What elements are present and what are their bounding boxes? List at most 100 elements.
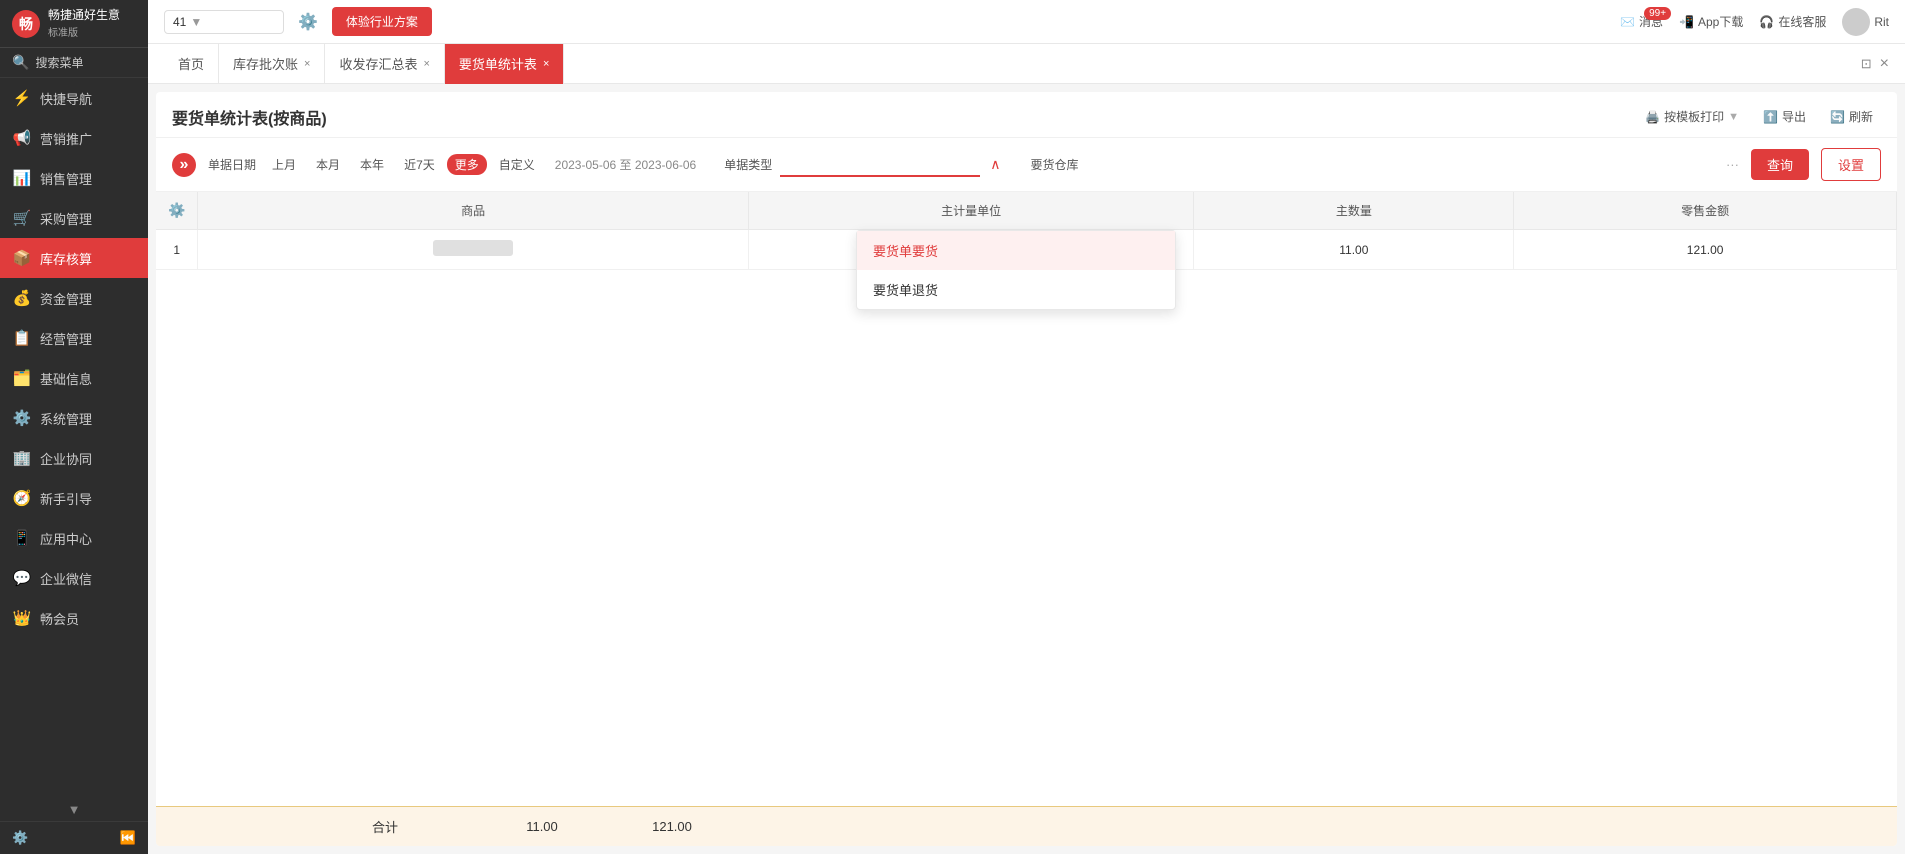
- date-7days-btn[interactable]: 近7天: [396, 153, 443, 176]
- footer-quantity: 11.00: [492, 819, 592, 834]
- col-product: 商品: [198, 192, 748, 230]
- sidebar-item-label: 企业微信: [40, 569, 92, 588]
- trial-button[interactable]: 体验行业方案: [332, 7, 432, 36]
- sidebar-item-basic[interactable]: 🗂️ 基础信息: [0, 358, 148, 398]
- date-more-btn[interactable]: 更多: [447, 154, 487, 175]
- sidebar-item-guide[interactable]: 🧭 新手引导: [0, 478, 148, 518]
- refresh-btn[interactable]: 🔄 刷新: [1822, 104, 1881, 129]
- sidebar-item-label: 应用中心: [40, 529, 92, 548]
- row-no: 1: [156, 230, 198, 270]
- footer-amount: 121.00: [622, 819, 722, 834]
- topbar-settings-icon[interactable]: ⚙️: [294, 8, 322, 36]
- date-this-month-btn[interactable]: 本月: [308, 153, 348, 176]
- search-label: 搜索菜单: [35, 54, 83, 71]
- sidebar: 畅 畅捷通好生意 标准版 🔍 搜索菜单 ⚡ 快捷导航 📢 营销推广 📊 销售管理…: [0, 0, 148, 854]
- page-content: 要货单统计表(按商品) 🖨️ 按模板打印 ▼ ⬆️ 导出 🔄 刷新: [156, 92, 1897, 846]
- app-download-btn[interactable]: 📲 App下载: [1679, 13, 1743, 30]
- sidebar-item-purchase[interactable]: 🛒 采购管理: [0, 198, 148, 238]
- table-settings-icon[interactable]: ⚙️: [168, 202, 185, 218]
- sidebar-item-app-center[interactable]: 📱 应用中心: [0, 518, 148, 558]
- export-btn[interactable]: ⬆️ 导出: [1755, 104, 1814, 129]
- tab-receivable[interactable]: 收发存汇总表 ×: [325, 44, 444, 84]
- date-filter-label: 单据日期: [208, 156, 256, 173]
- print-icon: 🖨️: [1645, 110, 1660, 124]
- tab-expand-icon[interactable]: ⊡: [1861, 56, 1872, 72]
- col-quantity: 主数量: [1194, 192, 1514, 230]
- date-filter-section: 单据日期 上月 本月 本年 近7天 更多 自定义 2023-05-06 至 20…: [208, 153, 696, 176]
- expand-icon: »: [180, 156, 189, 174]
- warehouse-filter-dots[interactable]: ···: [1726, 157, 1739, 172]
- row-quantity: 11.00: [1194, 230, 1514, 270]
- sidebar-item-label: 采购管理: [40, 209, 92, 228]
- download-icon: 📲: [1679, 15, 1694, 29]
- sidebar-item-label: 系统管理: [40, 409, 92, 428]
- user-avatar[interactable]: Rit: [1842, 8, 1889, 36]
- logo-name: 畅捷通好生意: [48, 8, 120, 24]
- guide-icon: 🧭: [12, 488, 32, 508]
- collapse-icon[interactable]: ⏮️: [120, 830, 136, 846]
- enterprise-icon: 🏢: [12, 448, 32, 468]
- message-badge: 99+: [1644, 7, 1671, 20]
- avatar-text: Rit: [1874, 15, 1889, 29]
- tab-request[interactable]: 要货单统计表 ×: [445, 44, 564, 84]
- expand-filter-btn[interactable]: »: [172, 153, 196, 177]
- sidebar-item-finance[interactable]: 💰 资金管理: [0, 278, 148, 318]
- finance-icon: 💰: [12, 288, 32, 308]
- sidebar-item-marketing[interactable]: 📢 营销推广: [0, 118, 148, 158]
- query-button[interactable]: 查询: [1751, 149, 1809, 180]
- sidebar-item-member[interactable]: 👑 畅会员: [0, 598, 148, 638]
- dropdown-item-request-order[interactable]: 要货单要货: [857, 231, 1175, 270]
- tab-batch-label: 库存批次账: [233, 54, 298, 73]
- tab-home[interactable]: 首页: [164, 44, 219, 84]
- sidebar-item-operations[interactable]: 📋 经营管理: [0, 318, 148, 358]
- avatar: [1842, 8, 1870, 36]
- store-selector[interactable]: 41 ▼: [164, 10, 284, 34]
- quick-nav-icon: ⚡: [12, 88, 32, 108]
- sales-icon: 📊: [12, 168, 32, 188]
- set-button[interactable]: 设置: [1821, 148, 1881, 181]
- tab-batch[interactable]: 库存批次账 ×: [219, 44, 325, 84]
- sidebar-item-sales[interactable]: 📊 销售管理: [0, 158, 148, 198]
- date-prev-month-btn[interactable]: 上月: [264, 153, 304, 176]
- sidebar-item-label: 营销推广: [40, 129, 92, 148]
- col-settings[interactable]: ⚙️: [156, 192, 198, 230]
- sidebar-item-inventory[interactable]: 📦 库存核算: [0, 238, 148, 278]
- sidebar-item-enterprise[interactable]: 🏢 企业协同: [0, 438, 148, 478]
- sidebar-item-label: 资金管理: [40, 289, 92, 308]
- sidebar-footer: ⚙️ ⏮️: [0, 821, 148, 854]
- topbar: 41 ▼ ⚙️ 体验行业方案 ✉️ 消息 99+ 📲 App下载 🎧 在线客服: [148, 0, 1905, 44]
- dropdown-item-label: 要货单退货: [873, 283, 938, 298]
- tab-close-all-icon[interactable]: ×: [1880, 55, 1889, 73]
- tab-receivable-close[interactable]: ×: [423, 58, 429, 70]
- type-filter-clear-icon[interactable]: ∧: [988, 154, 1002, 175]
- sidebar-item-system[interactable]: ⚙️ 系统管理: [0, 398, 148, 438]
- store-name: 41: [173, 15, 186, 29]
- sidebar-scroll-down[interactable]: ▼: [0, 798, 148, 821]
- settings-icon[interactable]: ⚙️: [12, 830, 28, 846]
- sidebar-item-label: 销售管理: [40, 169, 92, 188]
- type-dropdown: 要货单要货 要货单退货: [856, 230, 1176, 310]
- filter-bar: » 单据日期 上月 本月 本年 近7天 更多 自定义 2023-05-06 至 …: [156, 138, 1897, 192]
- date-custom-btn[interactable]: 自定义: [491, 153, 543, 176]
- date-this-year-btn[interactable]: 本年: [352, 153, 392, 176]
- purchase-icon: 🛒: [12, 208, 32, 228]
- print-btn[interactable]: 🖨️ 按模板打印 ▼: [1637, 104, 1747, 129]
- sidebar-item-quick-nav[interactable]: ⚡ 快捷导航: [0, 78, 148, 118]
- date-options: 上月 本月 本年 近7天 更多 自定义: [264, 153, 543, 176]
- print-label: 按模板打印: [1664, 108, 1724, 125]
- dropdown-item-request-return[interactable]: 要货单退货: [857, 270, 1175, 309]
- tabbar: 首页 库存批次账 × 收发存汇总表 × 要货单统计表 × ⊡ ×: [148, 44, 1905, 84]
- sidebar-search[interactable]: 🔍 搜索菜单: [0, 48, 148, 78]
- online-service-btn[interactable]: 🎧 在线客服: [1759, 13, 1826, 30]
- messages-btn[interactable]: ✉️ 消息 99+: [1620, 13, 1663, 30]
- tab-home-label: 首页: [178, 54, 204, 73]
- chevron-down-icon: ▼: [190, 15, 202, 29]
- tab-batch-close[interactable]: ×: [304, 58, 310, 70]
- row-product: [198, 230, 748, 270]
- type-filter-input[interactable]: [780, 153, 980, 177]
- page-title: 要货单统计表(按商品): [172, 105, 327, 129]
- refresh-label: 刷新: [1849, 108, 1873, 125]
- sidebar-item-wechat[interactable]: 💬 企业微信: [0, 558, 148, 598]
- warehouse-filter-label: 要货仓库: [1030, 156, 1078, 173]
- tab-request-close[interactable]: ×: [543, 58, 549, 70]
